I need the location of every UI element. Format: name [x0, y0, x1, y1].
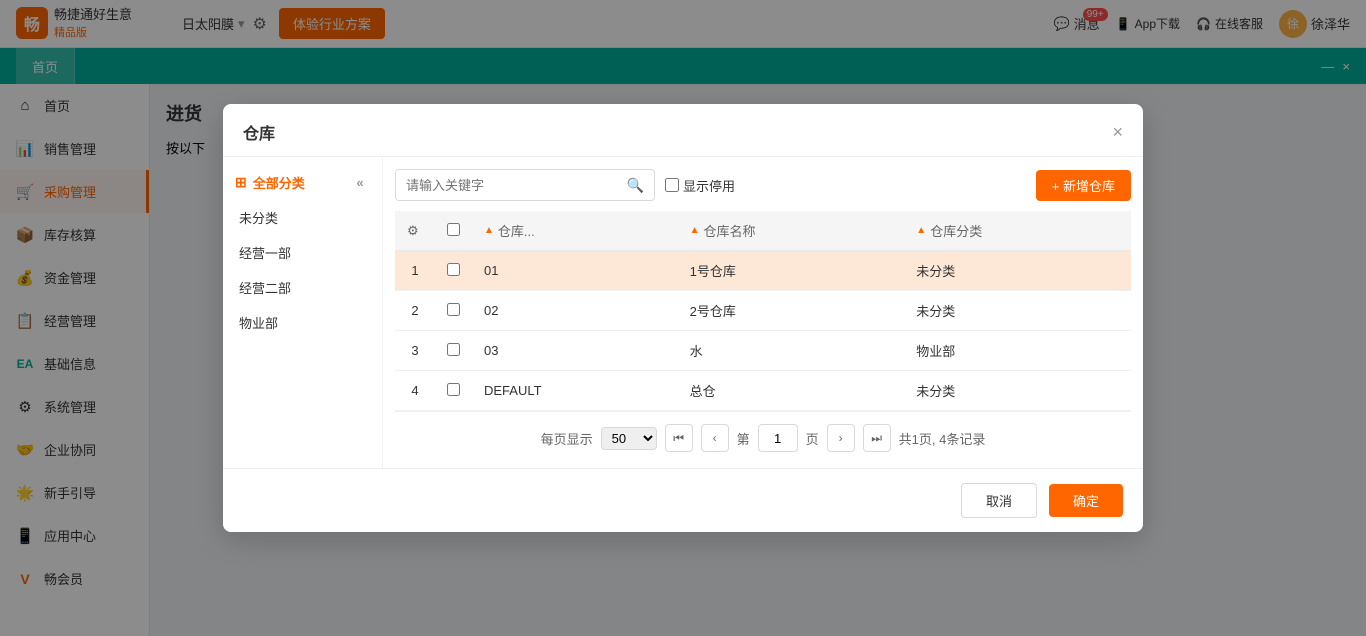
row-checkbox[interactable]	[447, 343, 460, 356]
row-category: 物业部	[904, 331, 1131, 371]
table-container: ⚙ ▲ 仓库... ▲	[395, 211, 1131, 411]
row-name: 总仓	[678, 371, 905, 411]
category-item-unclassified[interactable]: 未分类	[223, 200, 382, 235]
last-page-button[interactable]: ⏭	[863, 424, 891, 452]
modal-footer: 取消 确定	[223, 468, 1143, 532]
th-code: ▲ 仓库...	[472, 211, 678, 251]
all-categories-item[interactable]: ⊞ 全部分类 «	[223, 165, 382, 200]
warehouse-table: ⚙ ▲ 仓库... ▲	[395, 211, 1131, 411]
table-row[interactable]: 2 02 2号仓库 未分类	[395, 291, 1131, 331]
table-row[interactable]: 3 03 水 物业部	[395, 331, 1131, 371]
cancel-button[interactable]: 取消	[961, 483, 1037, 518]
modal-title: 仓库	[243, 120, 275, 144]
disabled-checkbox[interactable]	[665, 178, 679, 192]
category-item-ops1[interactable]: 经营一部	[223, 235, 382, 270]
row-checkbox-cell	[435, 331, 472, 371]
table-head: ⚙ ▲ 仓库... ▲	[395, 211, 1131, 251]
next-page-button[interactable]: ›	[827, 424, 855, 452]
page-summary: 共1页, 4条记录	[899, 429, 986, 448]
row-code: 01	[472, 251, 678, 291]
row-num: 1	[395, 251, 435, 291]
page-number-input[interactable]	[758, 424, 798, 452]
row-checkbox[interactable]	[447, 383, 460, 396]
th-name: ▲ 仓库名称	[678, 211, 905, 251]
category-item-ops2[interactable]: 经营二部	[223, 270, 382, 305]
row-category: 未分类	[904, 371, 1131, 411]
category-panel: ⊞ 全部分类 « 未分类 经营一部 经营二部 物业部	[223, 157, 383, 468]
prev-page-button[interactable]: ‹	[701, 424, 729, 452]
th-category: ▲ 仓库分类	[904, 211, 1131, 251]
table-toolbar: 🔍 显示停用 + 新增仓库	[395, 169, 1131, 201]
per-page-label: 每页显示	[541, 429, 593, 448]
row-checkbox-cell	[435, 251, 472, 291]
modal-body: ⊞ 全部分类 « 未分类 经营一部 经营二部 物业部 🔍	[223, 157, 1143, 468]
modal-overlay: 仓库 × ⊞ 全部分类 « 未分类 经营一部 经营二部 物业部	[0, 0, 1366, 636]
page-unit: 页	[806, 429, 819, 448]
sort-icon3: ▲	[916, 225, 926, 236]
th-settings: ⚙	[395, 211, 435, 251]
table-row[interactable]: 4 DEFAULT 总仓 未分类	[395, 371, 1131, 411]
modal-close-button[interactable]: ×	[1112, 123, 1123, 141]
search-button[interactable]: 🔍	[617, 177, 654, 194]
search-input[interactable]	[396, 170, 617, 200]
row-name: 2号仓库	[678, 291, 905, 331]
row-num: 2	[395, 291, 435, 331]
row-category: 未分类	[904, 251, 1131, 291]
table-area: 🔍 显示停用 + 新增仓库 ⚙	[383, 157, 1143, 468]
th-checkbox	[435, 211, 472, 251]
modal-header: 仓库 ×	[223, 104, 1143, 157]
table-row[interactable]: 1 01 1号仓库 未分类	[395, 251, 1131, 291]
row-num: 4	[395, 371, 435, 411]
search-box: 🔍	[395, 169, 655, 201]
row-code: DEFAULT	[472, 371, 678, 411]
row-name: 1号仓库	[678, 251, 905, 291]
row-name: 水	[678, 331, 905, 371]
pagination: 每页显示 50 10 20 100 ⏮ ‹ 第 页 › ⏭ 共1页, 4条记录	[395, 411, 1131, 456]
category-item-property[interactable]: 物业部	[223, 305, 382, 340]
first-page-button[interactable]: ⏮	[665, 424, 693, 452]
grid-icon: ⊞	[235, 174, 247, 191]
row-checkbox[interactable]	[447, 303, 460, 316]
row-category: 未分类	[904, 291, 1131, 331]
row-num: 3	[395, 331, 435, 371]
add-warehouse-button[interactable]: + 新增仓库	[1036, 170, 1131, 201]
table-body: 1 01 1号仓库 未分类 2 02 2号仓库	[395, 251, 1131, 411]
row-checkbox[interactable]	[447, 263, 460, 276]
warehouse-modal: 仓库 × ⊞ 全部分类 « 未分类 经营一部 经营二部 物业部	[223, 104, 1143, 532]
per-page-select[interactable]: 50 10 20 100	[601, 427, 657, 450]
sort-icon2: ▲	[690, 225, 700, 236]
show-disabled-checkbox[interactable]: 显示停用	[665, 176, 735, 195]
select-all-checkbox[interactable]	[447, 223, 460, 236]
page-label: 第	[737, 429, 750, 448]
confirm-button[interactable]: 确定	[1049, 484, 1123, 517]
sort-icon: ▲	[484, 225, 494, 236]
row-code: 03	[472, 331, 678, 371]
row-code: 02	[472, 291, 678, 331]
collapse-icon[interactable]: «	[350, 175, 370, 190]
row-checkbox-cell	[435, 291, 472, 331]
row-checkbox-cell	[435, 371, 472, 411]
